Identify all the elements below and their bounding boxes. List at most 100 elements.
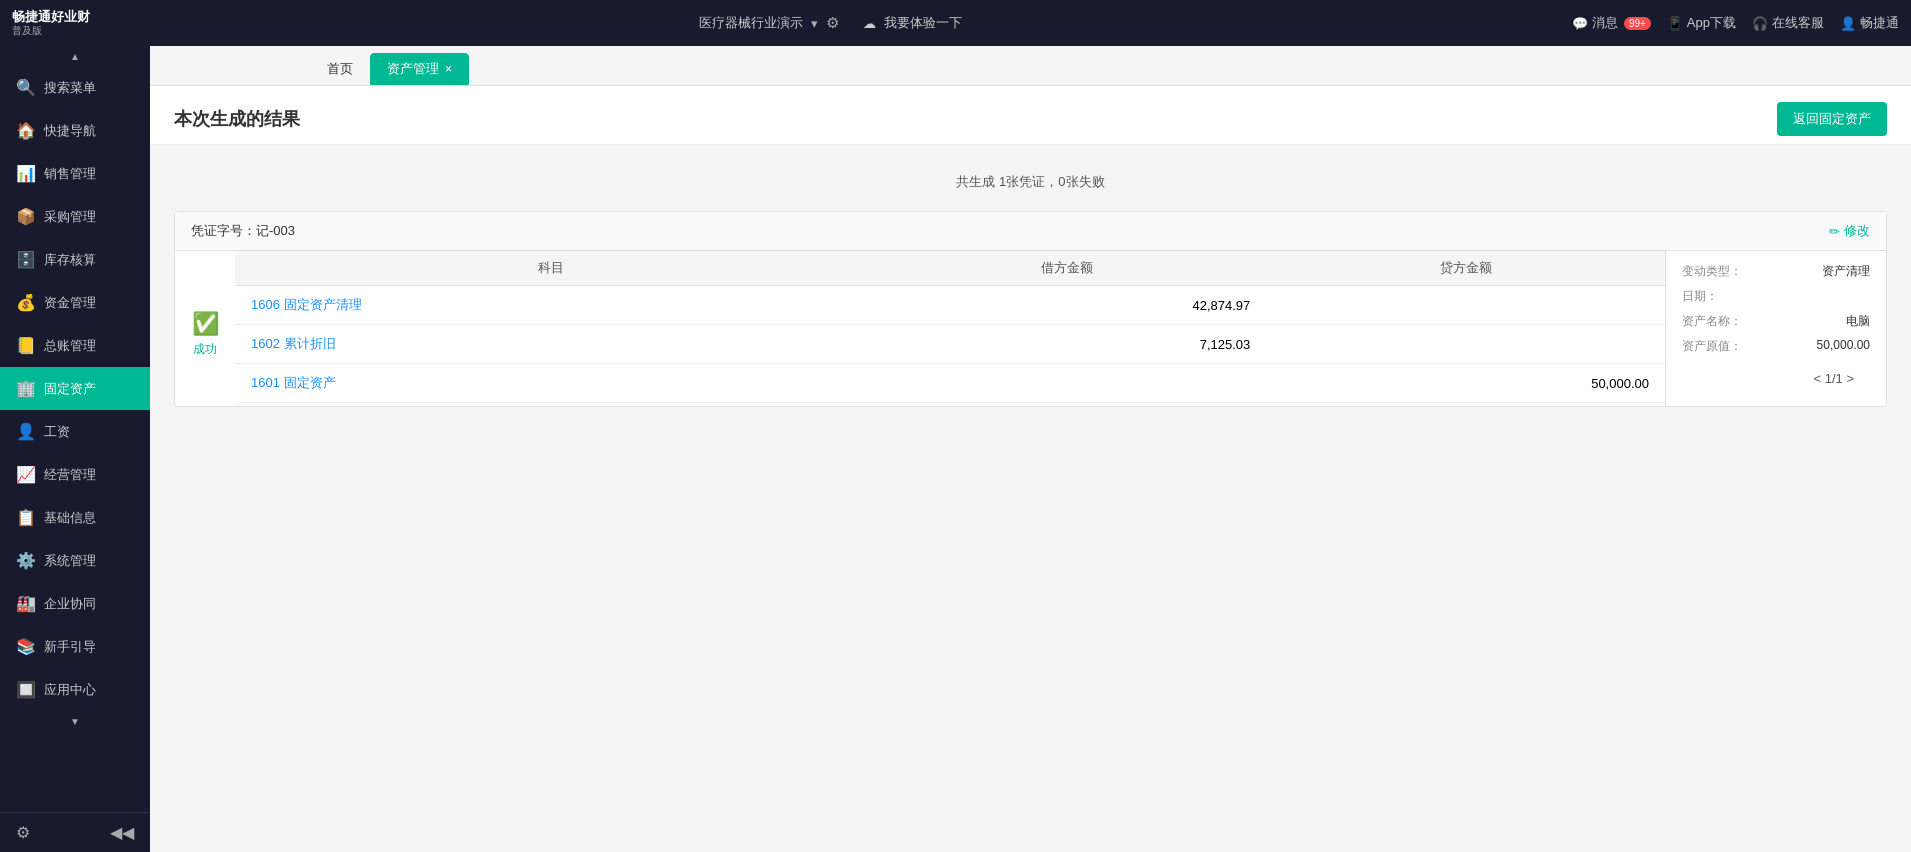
user-icon: 👤 bbox=[1840, 16, 1856, 31]
sidebar-label-guide: 新手引导 bbox=[44, 638, 96, 656]
operations-icon: 📈 bbox=[16, 465, 36, 484]
sales-icon: 📊 bbox=[16, 164, 36, 183]
logo-title: 畅捷通好业财 bbox=[12, 9, 90, 25]
tab-home[interactable]: 首页 bbox=[310, 53, 370, 85]
pagination[interactable]: < 1/1 > bbox=[1682, 363, 1870, 394]
content-area: 首页 资产管理 × 本次生成的结果 返回固定资产 共生成 1张凭证，0张失败 凭… bbox=[150, 46, 1911, 852]
app-download-btn[interactable]: 📱 App下载 bbox=[1667, 14, 1736, 32]
voucher-number: 凭证字号：记-003 bbox=[191, 222, 295, 240]
row1-account: 1606 固定资产清理 bbox=[235, 286, 868, 325]
success-label: 成功 bbox=[193, 341, 217, 358]
top-header: 畅捷通好业财 普及版 医疗器械行业演示 ▾ ⚙ ☁ 我要体验一下 💬 消息 99… bbox=[0, 0, 1911, 46]
collapse-sidebar-icon[interactable]: ◀◀ bbox=[110, 823, 134, 842]
voucher-content: ✅ 成功 科目 借方金额 贷方金额 bbox=[175, 251, 1886, 406]
trial-label[interactable]: 我要体验一下 bbox=[884, 14, 962, 32]
sidebar-item-payroll[interactable]: 👤 工资 bbox=[0, 410, 150, 453]
success-check-icon: ✅ bbox=[192, 311, 219, 337]
sidebar-item-app-center[interactable]: 🔲 应用中心 bbox=[0, 668, 150, 711]
system-icon: ⚙️ bbox=[16, 551, 36, 570]
settings-icon[interactable]: ⚙ bbox=[16, 823, 30, 842]
row2-credit bbox=[1266, 325, 1665, 364]
sidebar-item-system[interactable]: ⚙️ 系统管理 bbox=[0, 539, 150, 582]
basic-info-icon: 📋 bbox=[16, 508, 36, 527]
company-name: 医疗器械行业演示 bbox=[699, 14, 803, 32]
voucher-edit-btn[interactable]: ✏ 修改 bbox=[1829, 222, 1870, 240]
table-row: 1606 固定资产清理 42,874.97 bbox=[235, 286, 1665, 325]
sidebar-item-sales[interactable]: 📊 销售管理 bbox=[0, 152, 150, 195]
table-row: 1602 累计折旧 7,125.03 bbox=[235, 325, 1665, 364]
voucher-header: 凭证字号：记-003 ✏ 修改 bbox=[175, 212, 1886, 251]
sidebar-item-quick-nav[interactable]: 🏠 快捷导航 bbox=[0, 109, 150, 152]
main-layout: ▲ 🔍 搜索菜单 🏠 快捷导航 📊 销售管理 📦 采购管理 🗄️ 库存核算 💰 … bbox=[0, 46, 1911, 852]
sidebar-item-guide[interactable]: 📚 新手引导 bbox=[0, 625, 150, 668]
pagination-text: < 1/1 > bbox=[1814, 371, 1854, 386]
status-column: ✅ 成功 bbox=[175, 251, 235, 406]
online-service-btn[interactable]: 🎧 在线客服 bbox=[1752, 14, 1824, 32]
tab-asset-management[interactable]: 资产管理 × bbox=[370, 53, 469, 85]
side-panel-change-type: 变动类型： 资产清理 bbox=[1682, 263, 1870, 280]
sidebar-item-fixed-asset[interactable]: 🏢 固定资产 bbox=[0, 367, 150, 410]
user-btn[interactable]: 👤 畅捷通 bbox=[1840, 14, 1899, 32]
logo-subtitle: 普及版 bbox=[12, 25, 90, 37]
change-type-label: 变动类型： bbox=[1682, 263, 1742, 280]
asset-value-value: 50,000.00 bbox=[1817, 338, 1870, 355]
search-icon: 🔍 bbox=[16, 78, 36, 97]
app-center-icon: 🔲 bbox=[16, 680, 36, 699]
edit-icon: ✏ bbox=[1829, 224, 1840, 239]
sidebar-item-basic-info[interactable]: 📋 基础信息 bbox=[0, 496, 150, 539]
asset-name-value: 电脑 bbox=[1846, 313, 1870, 330]
sidebar-label-ledger: 总账管理 bbox=[44, 337, 96, 355]
mobile-icon: 📱 bbox=[1667, 16, 1683, 31]
home-icon: 🏠 bbox=[16, 121, 36, 140]
sidebar-scroll-down[interactable]: ▼ bbox=[0, 711, 150, 731]
table-row: 1601 固定资产 50,000.00 bbox=[235, 364, 1665, 403]
close-tab-icon[interactable]: × bbox=[445, 62, 452, 76]
headset-icon: 🎧 bbox=[1752, 16, 1768, 31]
date-label: 日期： bbox=[1682, 288, 1718, 305]
sidebar-label-fixed-asset: 固定资产 bbox=[44, 380, 96, 398]
sidebar-scroll-up[interactable]: ▲ bbox=[0, 46, 150, 66]
sidebar-item-purchase[interactable]: 📦 采购管理 bbox=[0, 195, 150, 238]
edit-label: 修改 bbox=[1844, 222, 1870, 240]
finance-icon: 💰 bbox=[16, 293, 36, 312]
notifications-badge: 99+ bbox=[1624, 17, 1651, 30]
chevron-down-icon[interactable]: ▾ bbox=[811, 16, 818, 31]
sidebar-label-app-center: 应用中心 bbox=[44, 681, 96, 699]
purchase-icon: 📦 bbox=[16, 207, 36, 226]
sidebar-label-search: 搜索菜单 bbox=[44, 79, 96, 97]
sidebar-bottom: ⚙ ◀◀ bbox=[0, 812, 150, 852]
row3-account: 1601 固定资产 bbox=[235, 364, 868, 403]
sidebar-label-sales: 销售管理 bbox=[44, 165, 96, 183]
home-tab-label: 首页 bbox=[327, 60, 353, 78]
sidebar-item-enterprise[interactable]: 🏭 企业协同 bbox=[0, 582, 150, 625]
nav-tabs: 首页 资产管理 × bbox=[150, 46, 1911, 86]
sidebar-label-quick-nav: 快捷导航 bbox=[44, 122, 96, 140]
notifications-label: 消息 bbox=[1592, 14, 1618, 32]
header-center: 医疗器械行业演示 ▾ ⚙ ☁ 我要体验一下 bbox=[699, 14, 962, 32]
sidebar-label-operations: 经营管理 bbox=[44, 466, 96, 484]
sidebar-label-enterprise: 企业协同 bbox=[44, 595, 96, 613]
row3-credit: 50,000.00 bbox=[1266, 364, 1665, 403]
guide-icon: 📚 bbox=[16, 637, 36, 656]
result-summary: 共生成 1张凭证，0张失败 bbox=[174, 161, 1887, 203]
row1-debit: 42,874.97 bbox=[868, 286, 1267, 325]
sidebar-label-finance: 资金管理 bbox=[44, 294, 96, 312]
return-button[interactable]: 返回固定资产 bbox=[1777, 102, 1887, 136]
gear-icon[interactable]: ⚙ bbox=[826, 14, 839, 32]
asset-name-label: 资产名称： bbox=[1682, 313, 1742, 330]
th-debit: 借方金额 bbox=[868, 251, 1267, 286]
bell-icon: 💬 bbox=[1572, 16, 1588, 31]
asset-tab-label: 资产管理 bbox=[387, 60, 439, 78]
sidebar-item-inventory[interactable]: 🗄️ 库存核算 bbox=[0, 238, 150, 281]
side-panel-asset-value: 资产原值： 50,000.00 bbox=[1682, 338, 1870, 355]
voucher-table: 科目 借方金额 贷方金额 1606 固定资产清理 42,874.97 bbox=[235, 251, 1666, 406]
row3-debit bbox=[868, 364, 1267, 403]
header-right: 💬 消息 99+ 📱 App下载 🎧 在线客服 👤 畅捷通 bbox=[1572, 14, 1899, 32]
th-credit: 贷方金额 bbox=[1266, 251, 1665, 286]
sidebar-item-ledger[interactable]: 📒 总账管理 bbox=[0, 324, 150, 367]
sidebar-item-search[interactable]: 🔍 搜索菜单 bbox=[0, 66, 150, 109]
sidebar-item-finance[interactable]: 💰 资金管理 bbox=[0, 281, 150, 324]
notifications-btn[interactable]: 💬 消息 99+ bbox=[1572, 14, 1651, 32]
sidebar-item-operations[interactable]: 📈 经营管理 bbox=[0, 453, 150, 496]
page-title: 本次生成的结果 bbox=[174, 107, 300, 131]
